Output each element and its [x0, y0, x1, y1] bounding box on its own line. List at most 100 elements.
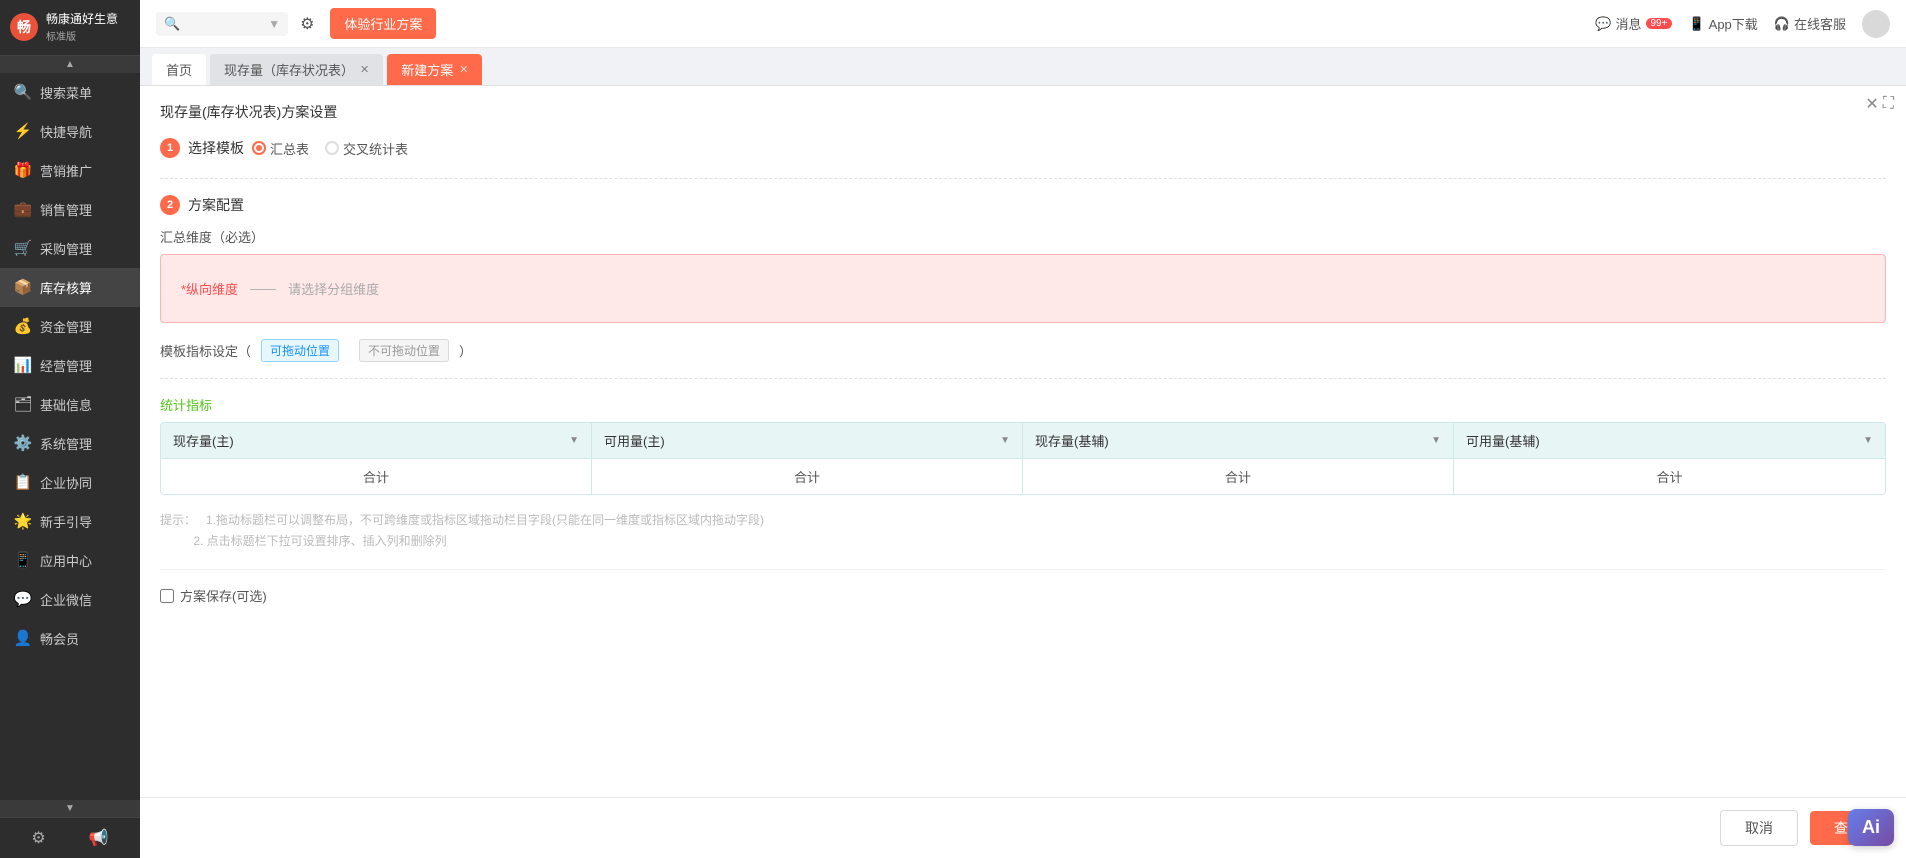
message-label: 消息: [1615, 14, 1641, 33]
radio-cross-label: 交叉统计表: [343, 139, 408, 158]
tab-home[interactable]: 首页: [152, 54, 206, 85]
sidebar-item-sales[interactable]: 💼 销售管理: [0, 190, 140, 229]
save-checkbox[interactable]: [160, 589, 174, 603]
search-magnifier-icon: 🔍: [164, 16, 180, 32]
chart-icon: 📊: [14, 356, 32, 374]
template-radio-group: 汇总表 交叉统计表: [252, 139, 408, 158]
tab-inventory-label: 现存量（库存状况表）: [224, 60, 354, 79]
sidebar-item-mgmt[interactable]: 📊 经营管理: [0, 346, 140, 385]
step1-section: 1 选择模板 汇总表 交叉统计表: [160, 138, 1886, 158]
message-icon: 💬: [1595, 16, 1611, 32]
gear-icon: ⚙️: [14, 434, 32, 452]
metrics-col-1-header[interactable]: 现存量(主) ▼: [161, 423, 592, 458]
dimension-placeholder: 请选择分组维度: [288, 279, 379, 298]
topbar-right: 💬 消息 99+ 📱 App下载 🎧 在线客服: [1595, 10, 1890, 38]
radio-summary[interactable]: 汇总表: [252, 139, 309, 158]
sidebar-item-label: 经营管理: [40, 356, 92, 375]
tab-new-scheme[interactable]: 新建方案 ✕: [387, 54, 482, 85]
close-window-icon[interactable]: ✕: [1865, 94, 1878, 114]
radio-cross[interactable]: 交叉统计表: [325, 139, 408, 158]
sidebar-scroll-down[interactable]: ▼: [0, 800, 140, 817]
tab-inventory-close[interactable]: ✕: [360, 63, 369, 76]
sidebar-scroll-up[interactable]: ▲: [0, 56, 140, 73]
save-label: 方案保存(可选): [180, 586, 267, 605]
sidebar-item-purchase[interactable]: 🛒 采购管理: [0, 229, 140, 268]
ai-badge[interactable]: Ai: [1848, 809, 1894, 846]
sidebar-item-contract[interactable]: 📋 企业协同: [0, 463, 140, 502]
trial-btn[interactable]: 体验行业方案: [330, 8, 436, 39]
box-icon: 📦: [14, 278, 32, 296]
sidebar-item-marketing[interactable]: 🎁 营销推广: [0, 151, 140, 190]
tab-inventory[interactable]: 现存量（库存状况表） ✕: [210, 54, 383, 85]
sidebar-item-newbie[interactable]: 🌟 新手引导: [0, 502, 140, 541]
sidebar-item-basic[interactable]: 🗂 基础信息: [0, 385, 140, 424]
sidebar-item-label: 畅会员: [40, 629, 79, 648]
message-btn[interactable]: 💬 消息 99+: [1595, 14, 1672, 33]
sidebar-logo-text: 畅康通好生意 标准版: [46, 12, 118, 43]
expand-window-icon[interactable]: ⛶: [1883, 95, 1894, 113]
cancel-button[interactable]: 取消: [1720, 810, 1798, 846]
sidebar-item-member[interactable]: 👤 畅会员: [0, 619, 140, 658]
metrics-header: 现存量(主) ▼ 合计 可用量(主) ▼ 合计: [161, 423, 1885, 494]
sidebar-nav: 🔍 搜索菜单 ⚡ 快捷导航 🎁 营销推广 💼 销售管理 🛒 采购管理 📦 库存核…: [0, 73, 140, 800]
save-section: 方案保存(可选): [160, 569, 1886, 605]
topbar: 🔍 ▼ ⚙ 体验行业方案 💬 消息 99+ 📱 App下载 🎧 在线客服: [140, 0, 1906, 48]
message-badge: 99+: [1646, 18, 1673, 29]
col1-chevron-icon[interactable]: ▼: [569, 435, 579, 446]
col4-body: 合计: [1454, 458, 1885, 494]
window-controls: ✕ ⛶: [1853, 86, 1906, 122]
metrics-col-3-header[interactable]: 现存量(基辅) ▼: [1023, 423, 1454, 458]
search-input[interactable]: [184, 17, 264, 31]
radio-cross-dot: [325, 141, 339, 155]
service-btn[interactable]: 🎧 在线客服: [1774, 14, 1846, 33]
search-chevron-icon[interactable]: ▼: [268, 17, 280, 31]
dimension-label: 汇总维度（必选）: [160, 227, 1886, 246]
topbar-gear-icon[interactable]: ⚙: [300, 14, 314, 34]
app-download-btn[interactable]: 📱 App下载: [1688, 14, 1757, 33]
sidebar-item-finance[interactable]: 💰 资金管理: [0, 307, 140, 346]
step2-number: 2: [160, 195, 180, 215]
dimension-box[interactable]: *纵向维度 —— 请选择分组维度: [160, 254, 1886, 323]
sidebar-item-apps[interactable]: 📱 应用中心: [0, 541, 140, 580]
radio-summary-label: 汇总表: [270, 139, 309, 158]
folder-icon: 🗂: [14, 395, 32, 413]
col4-chevron-icon[interactable]: ▼: [1863, 435, 1873, 446]
user-icon: 👤: [14, 629, 32, 647]
sidebar-item-label: 系统管理: [40, 434, 92, 453]
col2-chevron-icon[interactable]: ▼: [1000, 435, 1010, 446]
settings-footer-icon[interactable]: ⚙: [31, 828, 45, 848]
topbar-search-box[interactable]: 🔍 ▼: [156, 12, 288, 36]
metrics-col-2-header[interactable]: 可用量(主) ▼: [592, 423, 1023, 458]
sidebar-item-wechat[interactable]: 💬 企业微信: [0, 580, 140, 619]
sidebar-item-label: 企业微信: [40, 590, 92, 609]
tab-home-label: 首页: [166, 60, 192, 79]
radio-summary-dot: [252, 141, 266, 155]
indicator-draggable: 可拖动位置: [261, 339, 339, 362]
sidebar-item-shortcut[interactable]: ⚡ 快捷导航: [0, 112, 140, 151]
user-avatar[interactable]: [1862, 10, 1890, 38]
tab-new-scheme-close[interactable]: ✕: [459, 63, 468, 76]
app-logo-icon: 畅: [10, 13, 38, 41]
sidebar-item-label: 搜索菜单: [40, 83, 92, 102]
sidebar-item-system[interactable]: ⚙️ 系统管理: [0, 424, 140, 463]
sidebar-item-label: 库存核算: [40, 278, 92, 297]
col3-body: 合计: [1023, 458, 1454, 494]
speaker-icon[interactable]: 📢: [89, 828, 109, 848]
stats-title: 统计指标: [160, 395, 1886, 414]
sidebar-item-inventory[interactable]: 📦 库存核算: [0, 268, 140, 307]
metrics-col-2: 可用量(主) ▼ 合计: [592, 423, 1023, 494]
col3-chevron-icon[interactable]: ▼: [1431, 435, 1441, 446]
template-indicator-label: 模板指标设定（: [160, 341, 251, 360]
sidebar: 畅 畅康通好生意 标准版 ▲ 🔍 搜索菜单 ⚡ 快捷导航 🎁 营销推广 💼 销售…: [0, 0, 140, 858]
sidebar-item-label: 基础信息: [40, 395, 92, 414]
sidebar-logo: 畅 畅康通好生意 标准版: [0, 0, 140, 56]
step1-number: 1: [160, 138, 180, 158]
page-title: 现存量(库存状况表)方案设置: [160, 102, 1886, 122]
step2-title: 方案配置: [188, 195, 244, 215]
indicator-end: ）: [459, 341, 472, 360]
cart-icon: 🛒: [14, 239, 32, 257]
step2-section: 2 方案配置 汇总维度（必选） *纵向维度 —— 请选择分组维度 模板指标设定（…: [160, 195, 1886, 549]
sidebar-item-search[interactable]: 🔍 搜索菜单: [0, 73, 140, 112]
metrics-col-4-header[interactable]: 可用量(基辅) ▼: [1454, 423, 1885, 458]
metrics-col-4: 可用量(基辅) ▼ 合计: [1454, 423, 1885, 494]
